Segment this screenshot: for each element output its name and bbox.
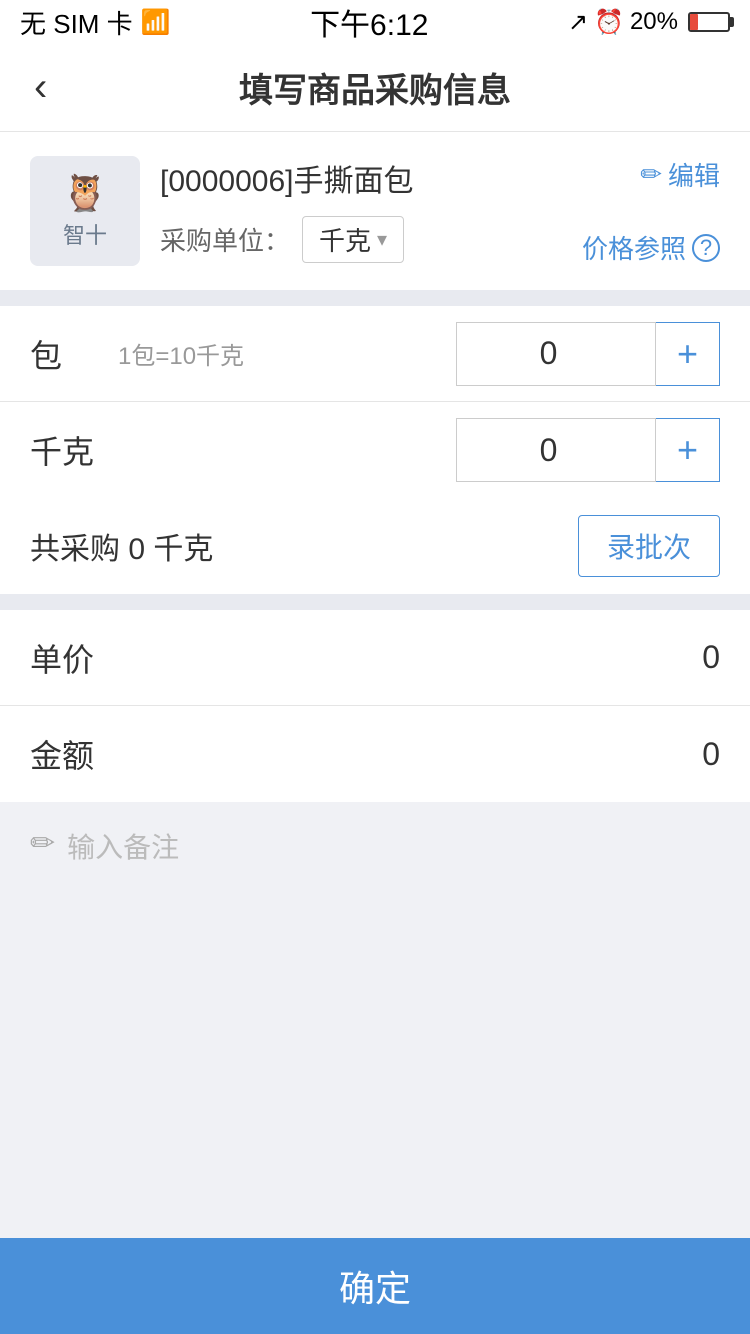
pack-input-group: + xyxy=(456,322,720,386)
pack-quantity-input[interactable] xyxy=(456,322,656,386)
unit-label: 采购单位： xyxy=(160,221,290,258)
pack-plus-button[interactable]: + xyxy=(656,322,720,386)
carrier-text: 无 SIM 卡 xyxy=(20,4,133,41)
product-thumb-label: 智十 xyxy=(63,218,107,250)
product-thumb-icon: 🦉 xyxy=(63,172,108,214)
kg-input-row: 千克 + xyxy=(0,402,750,498)
edit-button[interactable]: ✏ 编辑 xyxy=(640,156,720,193)
amount-row: 金额 0 xyxy=(0,706,750,802)
unit-select[interactable]: 千克 ▾ xyxy=(302,216,404,263)
status-bar: 无 SIM 卡 📶 下午6:12 ↗ ⏰ 20% xyxy=(0,0,750,44)
product-card: 🦉 智十 [0000006]手撕面包 采购单位： 千克 ▾ ✏ 编辑 价格参照 … xyxy=(0,132,750,290)
status-right: ↗ ⏰ 20% xyxy=(568,8,730,37)
unit-price-row: 单价 0 xyxy=(0,610,750,706)
batch-button[interactable]: 录批次 xyxy=(578,515,720,577)
section-divider-1 xyxy=(0,290,750,306)
location-icon: ↗ xyxy=(568,8,588,37)
input-section: 包 1包=10千克 + 千克 + xyxy=(0,306,750,498)
nav-bar: ‹ 填写商品采购信息 xyxy=(0,44,750,132)
remark-section[interactable]: ✏ 输入备注 xyxy=(0,802,750,1122)
battery-icon xyxy=(688,12,730,32)
alarm-icon: ⏰ xyxy=(594,8,624,37)
pack-label: 包 xyxy=(30,331,110,377)
amount-value: 0 xyxy=(702,736,720,773)
status-left: 无 SIM 卡 📶 xyxy=(20,4,171,41)
unit-price-value: 0 xyxy=(702,639,720,676)
kg-quantity-input[interactable] xyxy=(456,418,656,482)
back-button[interactable]: ‹ xyxy=(24,55,57,120)
price-section: 单价 0 金额 0 xyxy=(0,610,750,802)
kg-input-group: + xyxy=(456,418,720,482)
product-name: [0000006]手撕面包 xyxy=(160,156,720,200)
pack-input-row: 包 1包=10千克 + xyxy=(0,306,750,402)
summary-row: 共采购 0 千克 录批次 xyxy=(0,498,750,594)
amount-label: 金额 xyxy=(30,731,94,777)
product-thumbnail: 🦉 智十 xyxy=(30,156,140,266)
help-icon: ? xyxy=(692,234,720,262)
edit-icon: ✏ xyxy=(640,159,662,190)
status-time: 下午6:12 xyxy=(310,0,428,44)
unit-dropdown-arrow: ▾ xyxy=(377,227,387,252)
wifi-icon: 📶 xyxy=(141,8,171,37)
unit-value: 千克 xyxy=(319,221,371,258)
remark-placeholder: 输入备注 xyxy=(67,826,179,866)
section-divider-2 xyxy=(0,594,750,610)
price-ref-button[interactable]: 价格参照 ? xyxy=(582,229,720,266)
pencil-icon: ✏ xyxy=(30,826,55,861)
battery-text: 20% xyxy=(630,8,678,36)
price-ref-label: 价格参照 xyxy=(582,229,686,266)
kg-label: 千克 xyxy=(30,427,110,473)
confirm-button[interactable]: 确定 xyxy=(0,1238,750,1334)
kg-plus-button[interactable]: + xyxy=(656,418,720,482)
unit-price-label: 单价 xyxy=(30,635,94,681)
page-title: 填写商品采购信息 xyxy=(239,63,511,112)
summary-text: 共采购 0 千克 xyxy=(30,524,213,568)
edit-label: 编辑 xyxy=(668,156,720,193)
pack-sublabel: 1包=10千克 xyxy=(118,336,244,371)
